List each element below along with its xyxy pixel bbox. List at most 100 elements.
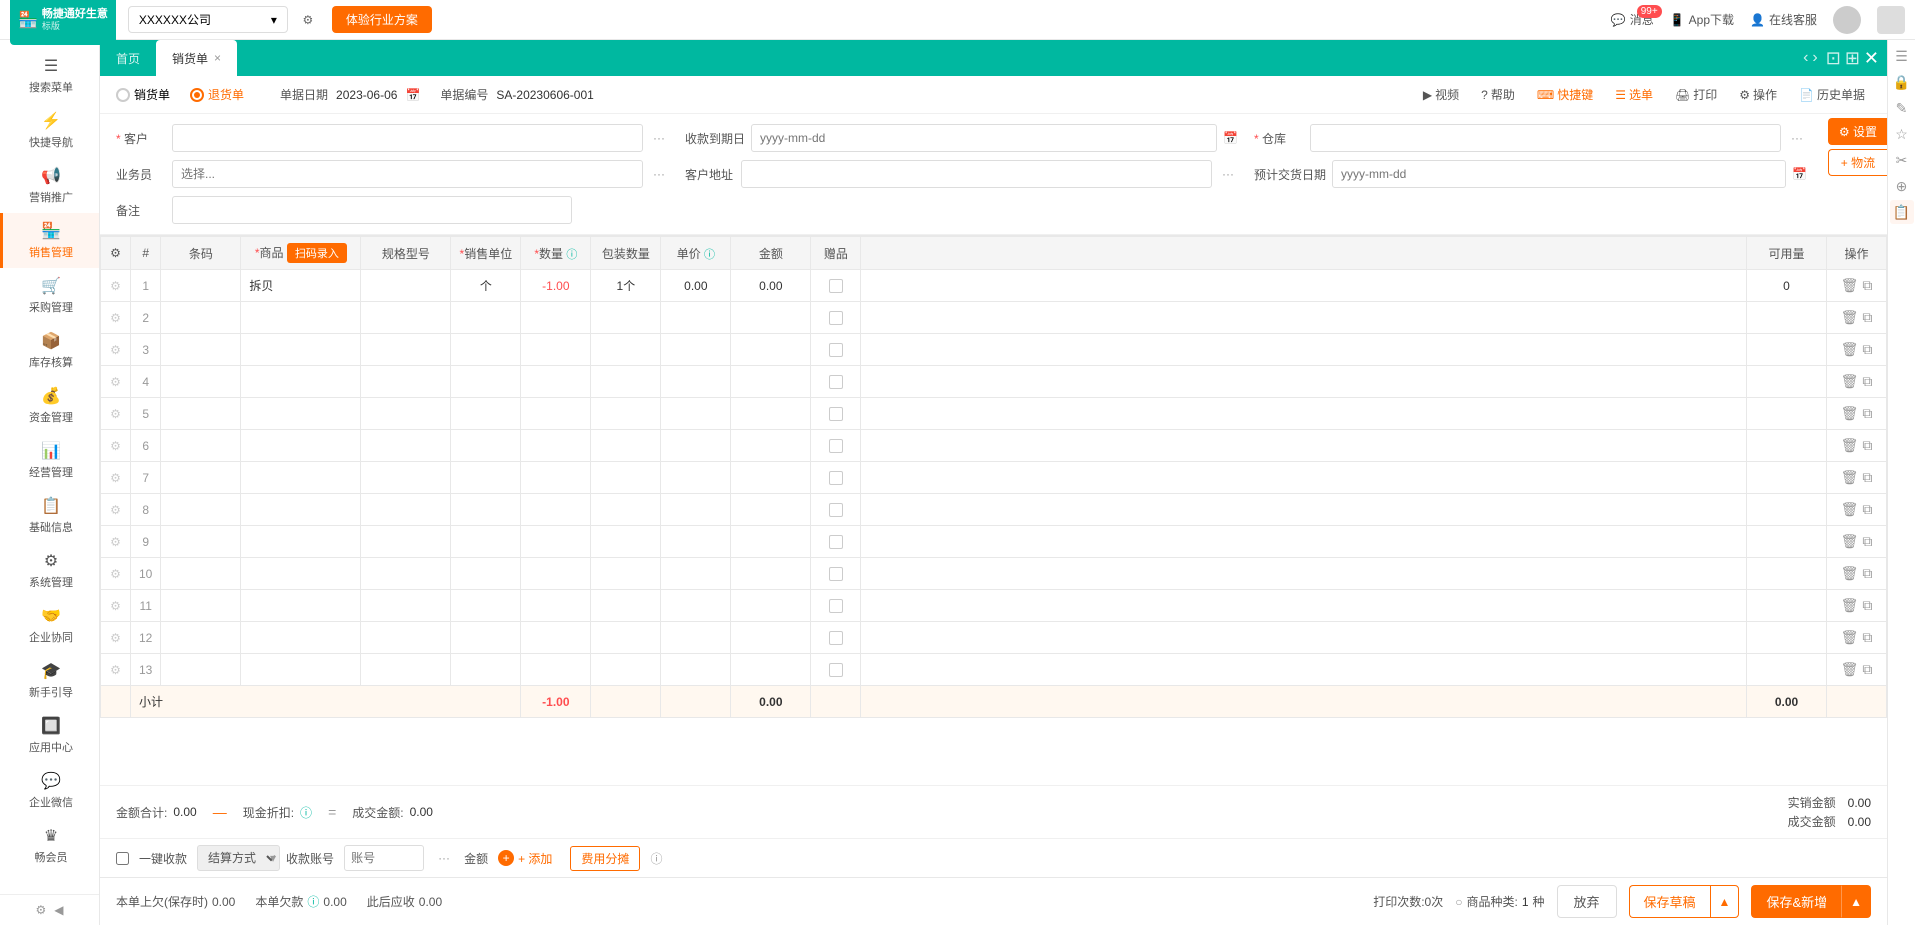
delete-icon[interactable]: 🗑: [1841, 629, 1859, 646]
row-unit[interactable]: 个: [451, 270, 521, 302]
discard-button[interactable]: 放弃: [1557, 885, 1617, 918]
row-gift[interactable]: [811, 334, 861, 366]
grid-view-icon[interactable]: ⊞: [1845, 48, 1860, 69]
row-pack-qty[interactable]: [591, 430, 661, 462]
delete-icon[interactable]: 🗑: [1841, 501, 1859, 518]
logistics-button[interactable]: + 物流: [1828, 149, 1887, 176]
gift-checkbox[interactable]: [829, 631, 843, 645]
delete-icon[interactable]: 🗑: [1841, 469, 1859, 486]
row-settings[interactable]: ⚙: [101, 654, 131, 686]
delete-icon[interactable]: 🗑: [1841, 277, 1859, 294]
payment-date-input[interactable]: [751, 124, 1217, 152]
tab-prev-icon[interactable]: ‹: [1803, 49, 1808, 67]
gift-checkbox[interactable]: [829, 407, 843, 421]
row-unit[interactable]: [451, 462, 521, 494]
row-spec[interactable]: [361, 270, 451, 302]
row-amount[interactable]: [731, 494, 811, 526]
sidebar-item-member[interactable]: ♛ 畅会员: [0, 818, 99, 873]
row-amount[interactable]: [731, 398, 811, 430]
row-unit[interactable]: [451, 622, 521, 654]
fullscreen-icon[interactable]: ⊡: [1826, 48, 1841, 69]
company-selector[interactable]: XXXXXX公司 ▾: [128, 6, 288, 33]
row-barcode[interactable]: [161, 270, 241, 302]
row-amount[interactable]: [731, 366, 811, 398]
row-pack-qty[interactable]: [591, 622, 661, 654]
right-action-star[interactable]: ☆: [1890, 122, 1914, 146]
row-amount[interactable]: [731, 334, 811, 366]
row-product[interactable]: [241, 590, 361, 622]
row-price[interactable]: [661, 654, 731, 686]
row-spec[interactable]: [361, 366, 451, 398]
trial-button[interactable]: 体验行业方案: [332, 6, 432, 33]
row-spec[interactable]: [361, 494, 451, 526]
row-amount[interactable]: [731, 302, 811, 334]
col-header-settings[interactable]: ⚙: [101, 237, 131, 270]
sidebar-item-sales[interactable]: 🏪 销售管理: [0, 213, 99, 268]
delete-icon[interactable]: 🗑: [1841, 597, 1859, 614]
discount-info-icon[interactable]: ⓘ: [300, 804, 312, 821]
expense-info-icon[interactable]: ⓘ: [650, 850, 662, 867]
account-ellipsis[interactable]: ···: [434, 851, 454, 865]
delete-icon[interactable]: 🗑: [1841, 661, 1859, 678]
save-new-button[interactable]: 保存&新增: [1751, 885, 1841, 918]
product-type-icon[interactable]: ○: [1455, 895, 1462, 909]
row-amount[interactable]: [731, 462, 811, 494]
row-settings[interactable]: ⚙: [101, 526, 131, 558]
row-settings[interactable]: ⚙: [101, 558, 131, 590]
row-qty[interactable]: [521, 622, 591, 654]
row-gift[interactable]: [811, 302, 861, 334]
row-unit[interactable]: [451, 302, 521, 334]
setup-button[interactable]: ⚙ 设置: [1828, 118, 1887, 145]
delete-icon[interactable]: 🗑: [1841, 437, 1859, 454]
row-settings[interactable]: ⚙: [101, 334, 131, 366]
calc-method-select[interactable]: 结算方式: [197, 845, 280, 871]
online-service-button[interactable]: 👤 在线客服: [1750, 11, 1817, 28]
calendar-icon[interactable]: 📅: [405, 88, 420, 102]
sidebar-item-basics[interactable]: 📋 基础信息: [0, 488, 99, 543]
row-spec[interactable]: [361, 462, 451, 494]
row-settings[interactable]: ⚙: [101, 366, 131, 398]
salesperson-input[interactable]: [172, 160, 643, 188]
customer-ellipsis[interactable]: ···: [649, 131, 669, 145]
row-price[interactable]: [661, 430, 731, 462]
row-unit[interactable]: [451, 398, 521, 430]
row-price[interactable]: [661, 462, 731, 494]
row-spec[interactable]: [361, 654, 451, 686]
row-pack-qty[interactable]: [591, 558, 661, 590]
sidebar-item-wechat[interactable]: 💬 企业微信: [0, 763, 99, 818]
row-qty[interactable]: [521, 302, 591, 334]
row-qty[interactable]: [521, 590, 591, 622]
row-price[interactable]: [661, 398, 731, 430]
row-settings[interactable]: ⚙: [101, 590, 131, 622]
row-product[interactable]: [241, 462, 361, 494]
row-unit[interactable]: [451, 334, 521, 366]
close-window-icon[interactable]: ✕: [1864, 48, 1879, 69]
row-settings[interactable]: ⚙: [101, 622, 131, 654]
right-action-scissors[interactable]: ✂: [1890, 148, 1914, 172]
copy-icon[interactable]: ⧉: [1862, 469, 1872, 486]
gift-checkbox[interactable]: [829, 599, 843, 613]
delete-icon[interactable]: 🗑: [1841, 565, 1859, 582]
right-action-list[interactable]: ☰: [1890, 44, 1914, 68]
row-barcode[interactable]: [161, 622, 241, 654]
gift-checkbox[interactable]: [829, 503, 843, 517]
row-barcode[interactable]: [161, 398, 241, 430]
row-settings[interactable]: ⚙: [101, 302, 131, 334]
copy-icon[interactable]: ⧉: [1862, 277, 1872, 294]
delivery-calendar-icon[interactable]: 📅: [1792, 167, 1807, 181]
row-qty[interactable]: [521, 494, 591, 526]
row-barcode[interactable]: [161, 366, 241, 398]
right-action-lock[interactable]: 🔒: [1890, 70, 1914, 94]
row-qty[interactable]: [521, 366, 591, 398]
row-qty[interactable]: [521, 462, 591, 494]
row-unit[interactable]: [451, 366, 521, 398]
sidebar-item-newbie[interactable]: 🎓 新手引导: [0, 653, 99, 708]
row-qty[interactable]: [521, 558, 591, 590]
row-product[interactable]: [241, 334, 361, 366]
operation-btn[interactable]: ⚙ 操作: [1733, 84, 1783, 105]
sidebar-item-finance[interactable]: 💰 资金管理: [0, 378, 99, 433]
row-price[interactable]: [661, 302, 731, 334]
row-spec[interactable]: [361, 622, 451, 654]
row-barcode[interactable]: [161, 462, 241, 494]
row-unit[interactable]: [451, 654, 521, 686]
